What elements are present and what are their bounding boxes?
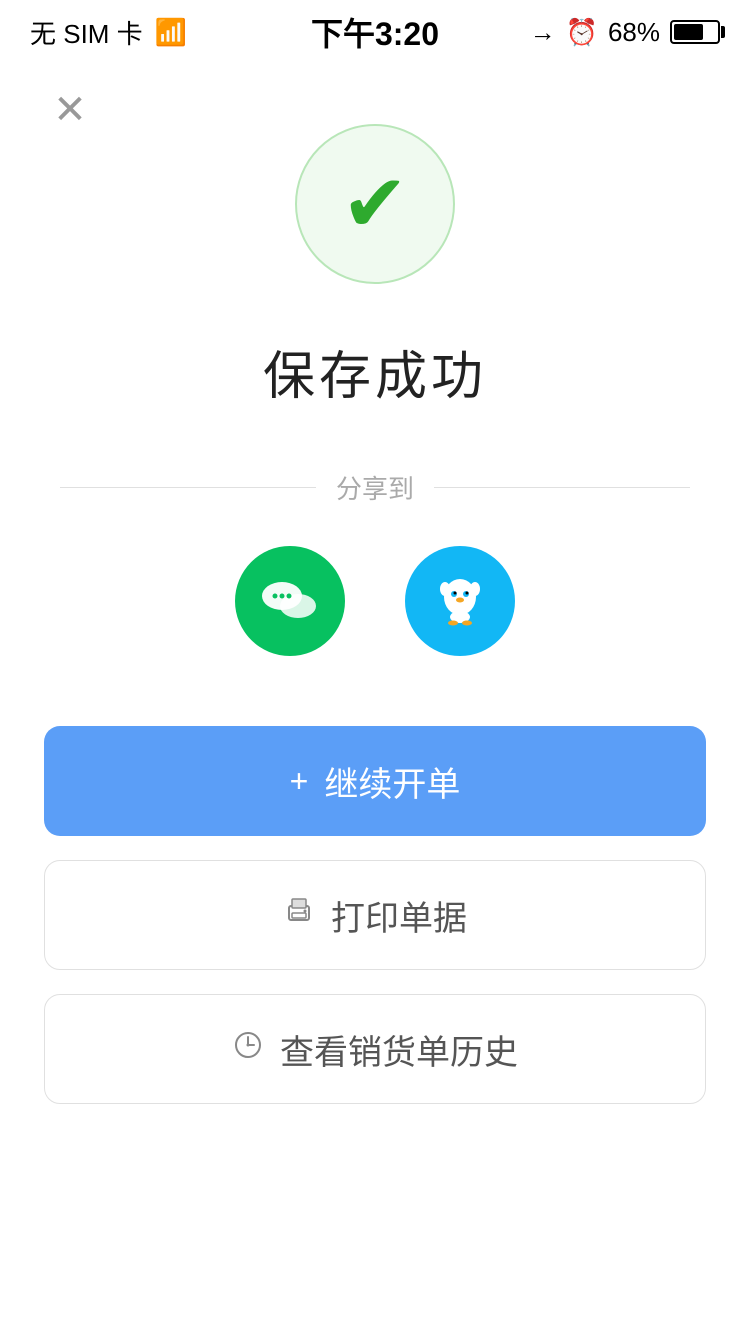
success-circle: ✔ [295,124,455,284]
action-buttons: + 继续开单 打印单据 [0,726,750,1104]
print-icon [283,895,315,935]
divider-line-right [434,487,690,488]
status-time: 下午3:20 [311,9,439,55]
print-label: 打印单据 [331,891,467,940]
history-button[interactable]: 查看销货单历史 [44,994,706,1104]
success-title: 保存成功 [263,334,487,409]
no-sim-text: 无 SIM 卡 [30,14,143,51]
plus-icon: + [290,763,309,800]
share-divider: 分享到 [0,469,750,506]
wechat-share-button[interactable] [235,546,345,656]
status-left: 无 SIM 卡 📶 [30,14,187,51]
battery-icon [670,20,720,44]
history-label: 查看销货单历史 [280,1025,518,1074]
close-button[interactable]: ✕ [40,80,100,140]
continue-label: 继续开单 [324,757,460,806]
print-button[interactable]: 打印单据 [44,860,706,970]
qq-icon [435,573,485,629]
checkmark-icon: ✔ [341,164,408,244]
share-label: 分享到 [336,469,414,506]
close-icon: ✕ [53,90,87,130]
wechat-icon [260,576,320,626]
history-icon [232,1029,264,1069]
main-content: ✔ 保存成功 分享到 [0,64,750,1104]
continue-button[interactable]: + 继续开单 [44,726,706,836]
status-bar: 无 SIM 卡 📶 下午3:20 → ⏰ 68% [0,0,750,64]
divider-line-left [60,487,316,488]
share-icons-row [235,546,515,656]
qq-share-button[interactable] [405,546,515,656]
location-icon: → [530,17,556,48]
wifi-icon: 📶 [155,17,187,48]
alarm-icon: ⏰ [566,17,598,48]
battery-percent: 68% [608,17,660,48]
status-right: → ⏰ 68% [530,17,720,48]
